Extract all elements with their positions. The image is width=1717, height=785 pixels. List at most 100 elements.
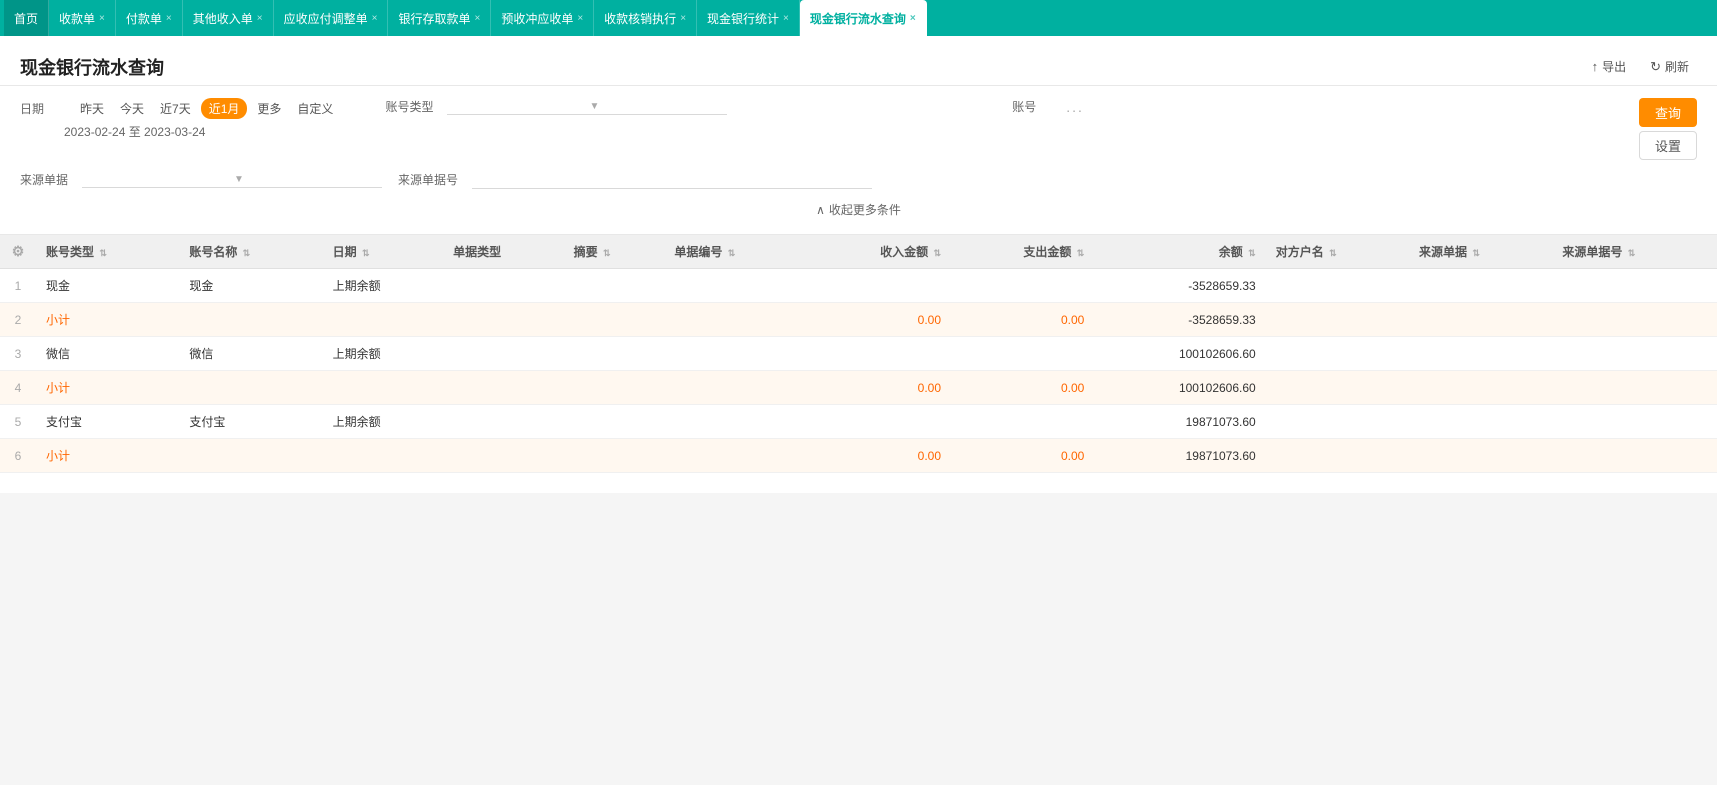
nav-tab-home[interactable]: 首页 <box>4 0 49 36</box>
nav-tab-ar-ap-adj[interactable]: 应收应付调整单 × <box>274 0 389 36</box>
col-account-type-label: 账号类型 <box>46 245 94 259</box>
source-doc-label: 来源单据 <box>20 171 68 188</box>
cell-doc-no <box>664 303 807 337</box>
nav-tab-receipt-verify[interactable]: 收款核销执行 × <box>594 0 697 36</box>
export-button[interactable]: ↑ 导出 <box>1584 54 1635 79</box>
date-more-btn[interactable]: 更多 <box>251 98 287 119</box>
row-number: 2 <box>0 303 36 337</box>
account-no-dots-btn[interactable]: ... <box>1066 99 1084 115</box>
cell-expense <box>951 405 1094 439</box>
data-table: ⚙ 账号类型 ⇅ 账号名称 ⇅ 日期 ⇅ 单据类型 摘要 <box>0 235 1717 473</box>
source-doc-no-input[interactable] <box>472 170 872 189</box>
nav-tab-cash-bank-stat[interactable]: 现金银行统计 × <box>697 0 800 36</box>
close-icon[interactable]: × <box>783 13 789 24</box>
date-7days-btn[interactable]: 近7天 <box>154 98 197 119</box>
col-doc-type-label: 单据类型 <box>453 245 501 259</box>
source-doc-select[interactable]: ▼ <box>82 172 382 188</box>
collapse-filter-btn[interactable]: ∧ 收起更多条件 <box>20 197 1697 222</box>
cell-expense: 0.00 <box>951 303 1094 337</box>
col-source-doc[interactable]: 来源单据 ⇅ <box>1409 235 1552 269</box>
col-income[interactable]: 收入金额 ⇅ <box>808 235 951 269</box>
col-source-doc-label: 来源单据 <box>1419 245 1467 259</box>
cell-expense <box>951 269 1094 303</box>
nav-tab-other-income[interactable]: 其他收入单 × <box>183 0 274 36</box>
table-header-row: ⚙ 账号类型 ⇅ 账号名称 ⇅ 日期 ⇅ 单据类型 摘要 <box>0 235 1717 269</box>
account-type-select[interactable]: ▼ <box>447 99 727 115</box>
col-date[interactable]: 日期 ⇅ <box>323 235 443 269</box>
nav-tab-prepay-charge[interactable]: 预收冲应收单 × <box>491 0 594 36</box>
nav-tab-bank-deposit[interactable]: 银行存取款单 × <box>388 0 491 36</box>
col-account-name[interactable]: 账号名称 ⇅ <box>179 235 322 269</box>
cell-doc-no <box>664 439 807 473</box>
cell-account-name <box>179 371 322 405</box>
col-doc-no-label: 单据编号 <box>674 245 722 259</box>
close-icon[interactable]: × <box>577 13 583 24</box>
nav-tab-bank-deposit-label: 银行存取款单 <box>398 10 470 27</box>
table-body: 1 现金 现金 上期余额 -3528659.33 2 小计 0.00 0.00 … <box>0 269 1717 473</box>
cell-summary <box>564 371 665 405</box>
nav-tab-receipt-verify-label: 收款核销执行 <box>604 10 676 27</box>
account-no-label: 账号 <box>1012 98 1052 115</box>
date-custom-btn[interactable]: 自定义 <box>291 98 339 119</box>
col-counterpart[interactable]: 对方户名 ⇅ <box>1266 235 1409 269</box>
nav-tab-receipt-label: 收款单 <box>59 10 95 27</box>
col-account-type[interactable]: 账号类型 ⇅ <box>36 235 179 269</box>
export-label: 导出 <box>1602 58 1626 75</box>
col-balance[interactable]: 余额 ⇅ <box>1094 235 1265 269</box>
refresh-label: 刷新 <box>1665 58 1689 75</box>
cell-counterpart <box>1266 371 1409 405</box>
cell-account-name: 现金 <box>179 269 322 303</box>
cell-balance: 19871073.60 <box>1094 439 1265 473</box>
nav-tab-cash-bank-flow[interactable]: 现金银行流水查询 × <box>800 0 927 36</box>
nav-tab-payment[interactable]: 付款单 × <box>116 0 183 36</box>
cell-source-doc <box>1409 337 1552 371</box>
nav-tab-cash-bank-flow-label: 现金银行流水查询 <box>810 10 906 27</box>
close-icon[interactable]: × <box>474 13 480 24</box>
cell-date <box>323 371 443 405</box>
col-source-doc-no[interactable]: 来源单据号 ⇅ <box>1552 235 1717 269</box>
close-icon[interactable]: × <box>99 13 105 24</box>
cell-doc-no <box>664 371 807 405</box>
close-icon[interactable]: × <box>257 13 263 24</box>
cell-account-type: 微信 <box>36 337 179 371</box>
date-yesterday-btn[interactable]: 昨天 <box>74 98 110 119</box>
cell-doc-type <box>443 269 563 303</box>
close-icon[interactable]: × <box>372 13 378 24</box>
date-range-display: 2023-02-24 至 2023-03-24 <box>64 125 205 139</box>
date-today-btn[interactable]: 今天 <box>114 98 150 119</box>
cell-counterpart <box>1266 269 1409 303</box>
nav-tab-receipt[interactable]: 收款单 × <box>49 0 116 36</box>
cell-balance: 19871073.60 <box>1094 405 1265 439</box>
cell-income: 0.00 <box>808 371 951 405</box>
cell-source-doc-no <box>1552 371 1717 405</box>
col-expense[interactable]: 支出金额 ⇅ <box>951 235 1094 269</box>
cell-doc-no <box>664 405 807 439</box>
col-summary[interactable]: 摘要 ⇅ <box>564 235 665 269</box>
cell-summary <box>564 405 665 439</box>
close-icon[interactable]: × <box>910 13 916 24</box>
cell-balance: -3528659.33 <box>1094 303 1265 337</box>
col-doc-no[interactable]: 单据编号 ⇅ <box>664 235 807 269</box>
close-icon[interactable]: × <box>166 13 172 24</box>
refresh-button[interactable]: ↻ 刷新 <box>1642 54 1697 79</box>
date-1month-btn[interactable]: 近1月 <box>201 98 248 119</box>
dropdown-arrow-source-icon: ▼ <box>234 174 376 185</box>
cell-income <box>808 269 951 303</box>
close-icon[interactable]: × <box>680 13 686 24</box>
cell-source-doc-no <box>1552 269 1717 303</box>
cell-account-name <box>179 303 322 337</box>
settings-button[interactable]: 设置 <box>1639 131 1697 160</box>
sort-icon: ⇅ <box>1248 248 1256 258</box>
collapse-label: 收起更多条件 <box>829 201 901 218</box>
col-expense-label: 支出金额 <box>1023 245 1071 259</box>
gear-icon[interactable]: ⚙ <box>12 243 25 259</box>
col-counterpart-label: 对方户名 <box>1276 245 1324 259</box>
cell-source-doc-no <box>1552 405 1717 439</box>
cell-source-doc <box>1409 405 1552 439</box>
query-button[interactable]: 查询 <box>1639 98 1697 127</box>
cell-expense <box>951 337 1094 371</box>
nav-tab-ar-ap-adj-label: 应收应付调整单 <box>284 10 368 27</box>
cell-account-type: 小计 <box>36 439 179 473</box>
col-date-label: 日期 <box>333 245 357 259</box>
header-actions: ↑ 导出 ↻ 刷新 <box>1584 54 1697 79</box>
